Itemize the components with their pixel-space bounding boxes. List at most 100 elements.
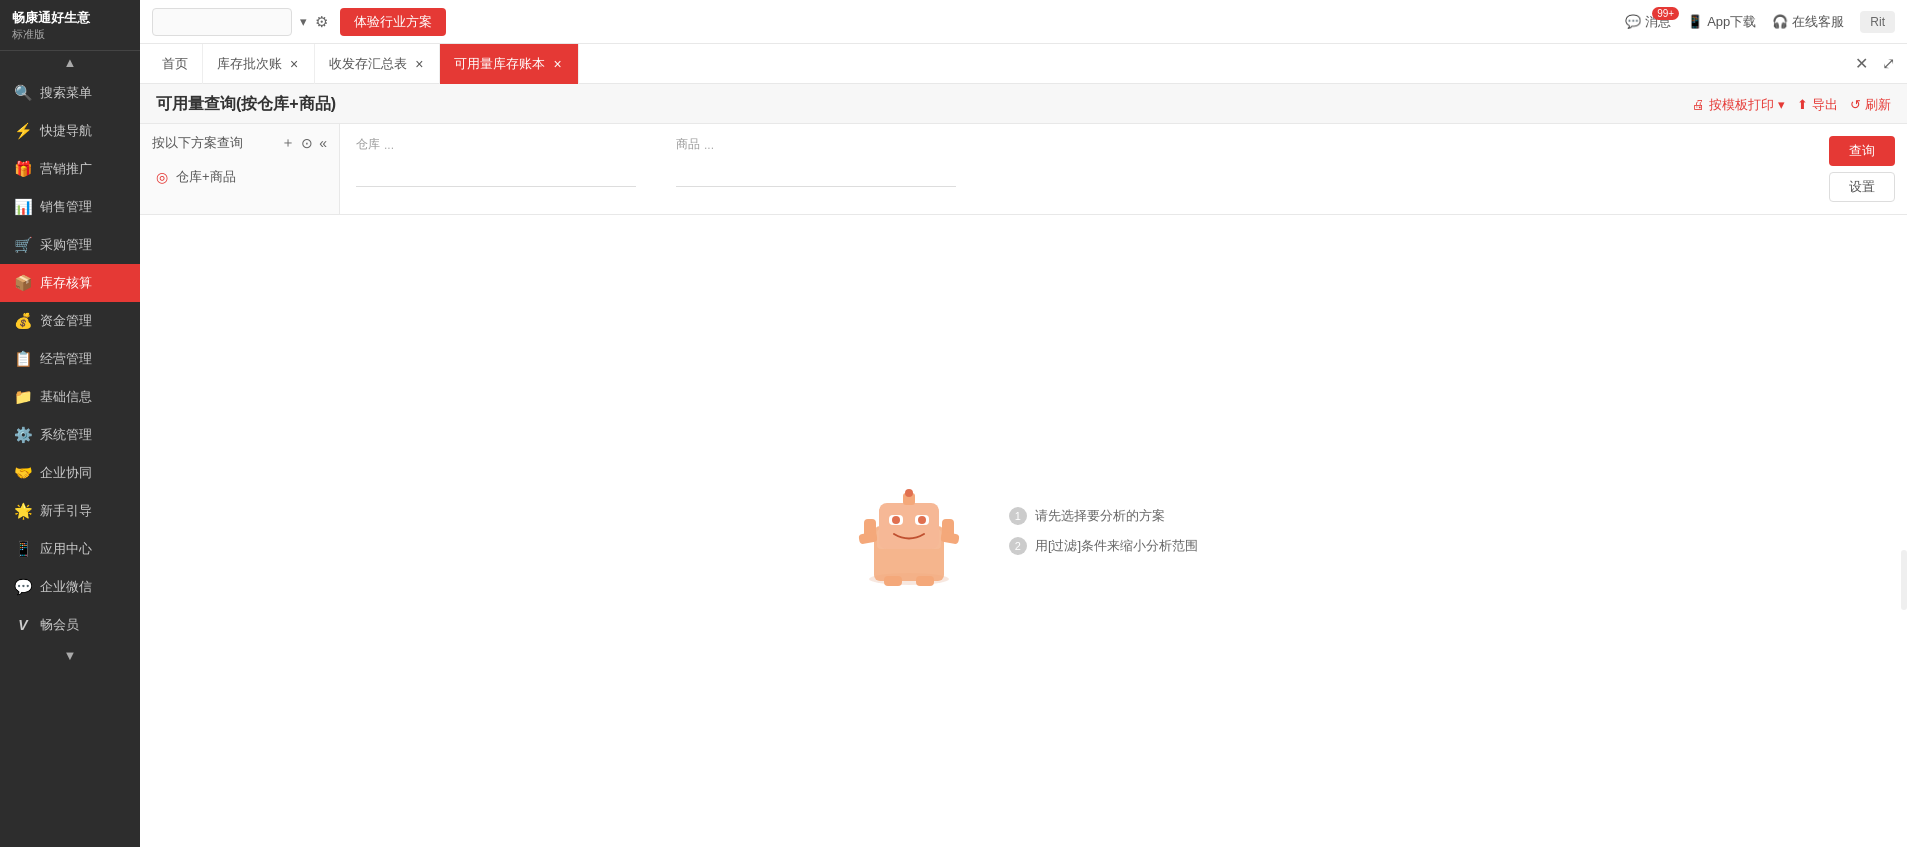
enterprise-icon: 🤝 [14,464,32,482]
tabbar: 首页 库存批次账 × 收发存汇总表 × 可用量库存账本 × ✕ ⤢ [140,44,1907,84]
product-input[interactable] [676,157,956,187]
scheme-item-warehouse-product[interactable]: ◎ 仓库+商品 [140,160,339,194]
member-icon: V [14,617,32,633]
msg-icon: 💬 [1625,14,1641,29]
print-btn[interactable]: 🖨 按模板打印 [1692,96,1774,114]
online-service-btn[interactable]: 🎧 在线客服 [1772,13,1844,31]
page-content: 可用量查询(按仓库+商品) 🖨 按模板打印 ▾ ⬆ 导出 ↺ 刷新 [140,84,1907,847]
export-btn[interactable]: ⬆ 导出 [1797,96,1838,114]
collapse-scheme-btn[interactable]: « [319,134,327,152]
main-area: ▾ ⚙ 体验行业方案 💬 消息 99+ 📱 App下载 🎧 在线客服 Rit 首… [140,0,1907,847]
guide-icon: 🌟 [14,502,32,520]
app-download-btn[interactable]: 📱 App下载 [1687,13,1756,31]
empty-state: 1 请先选择要分析的方案 2 用[过滤]条件来缩小分析范围 [140,215,1907,847]
warehouse-label: 仓库 ... [356,136,636,153]
filter-scheme-actions: ＋ ⊙ « [281,134,327,152]
svg-point-6 [892,516,900,524]
finance-icon: 💰 [14,312,32,330]
svg-point-15 [905,489,913,497]
search-icon: 🔍 [14,84,32,102]
quick-nav-icon: ⚡ [14,122,32,140]
tip-num-1: 1 [1009,507,1027,525]
expand-btn[interactable]: ⤢ [1878,50,1899,77]
sidebar-item-marketing[interactable]: 🎁 营销推广 [0,150,140,188]
headset-icon: 🎧 [1772,14,1788,29]
product-label: 商品 ... [676,136,956,153]
sidebar-scroll-down[interactable]: ▼ [0,644,140,667]
warehouse-more-btn[interactable]: ... [384,138,394,152]
sidebar-item-quick-nav[interactable]: ⚡ 快捷导航 [0,112,140,150]
sidebar-item-finance[interactable]: 💰 资金管理 [0,302,140,340]
close-all-tabs-btn[interactable]: ✕ [1851,50,1872,77]
tab-collect-ledger[interactable]: 收发存汇总表 × [315,44,440,84]
msg-badge: 99+ [1652,7,1679,20]
sidebar-item-wechat[interactable]: 💬 企业微信 [0,568,140,606]
tip-num-2: 2 [1009,537,1027,555]
right-scrollbar[interactable] [1901,550,1907,610]
sidebar-item-operations[interactable]: 📋 经营管理 [0,340,140,378]
msg-btn[interactable]: 💬 消息 99+ [1625,13,1671,31]
sidebar-item-sales[interactable]: 📊 销售管理 [0,188,140,226]
sidebar: 畅康通好生意 标准版 ▲ 🔍 搜索菜单 ⚡ 快捷导航 🎁 营销推广 📊 销售管理… [0,0,140,847]
phone-icon: 📱 [1687,14,1703,29]
manage-scheme-btn[interactable]: ⊙ [301,134,313,152]
refresh-icon: ↺ [1850,97,1861,112]
page-header: 可用量查询(按仓库+商品) 🖨 按模板打印 ▾ ⬆ 导出 ↺ 刷新 [140,84,1907,124]
inventory-icon: 📦 [14,274,32,292]
print-icon: 🖨 [1692,97,1705,112]
filter-field-warehouse: 仓库 ... [356,136,636,187]
empty-tips: 1 请先选择要分析的方案 2 用[过滤]条件来缩小分析范围 [1009,507,1198,555]
sidebar-item-appstore[interactable]: 📱 应用中心 [0,530,140,568]
wechat-icon: 💬 [14,578,32,596]
filter-actions: 查询 设置 [1829,124,1907,214]
topbar: ▾ ⚙ 体验行业方案 💬 消息 99+ 📱 App下载 🎧 在线客服 Rit [140,0,1907,44]
empty-tip-1: 1 请先选择要分析的方案 [1009,507,1198,525]
tab-collect-ledger-close[interactable]: × [413,57,425,71]
product-more-btn[interactable]: ... [704,138,714,152]
sidebar-item-inventory[interactable]: 📦 库存核算 [0,264,140,302]
svg-rect-3 [879,503,939,549]
operations-icon: 📋 [14,350,32,368]
tab-available-ledger[interactable]: 可用量库存账本 × [440,44,578,84]
tab-batch-ledger-close[interactable]: × [288,57,300,71]
purchase-icon: 🛒 [14,236,32,254]
settings-gear-btn[interactable]: ⚙ [315,13,328,31]
sidebar-item-search[interactable]: 🔍 搜索菜单 [0,74,140,112]
query-btn[interactable]: 查询 [1829,136,1895,166]
sidebar-scroll-up[interactable]: ▲ [0,51,140,74]
svg-rect-11 [916,576,934,586]
system-icon: ⚙️ [14,426,32,444]
warehouse-input[interactable] [356,157,636,187]
export-icon: ⬆ [1797,97,1808,112]
sidebar-item-enterprise[interactable]: 🤝 企业协同 [0,454,140,492]
sidebar-item-basic[interactable]: 📁 基础信息 [0,378,140,416]
filter-field-product: 商品 ... [676,136,956,187]
add-scheme-btn[interactable]: ＋ [281,134,295,152]
svg-rect-10 [884,576,902,586]
empty-illustration [849,471,969,591]
trial-btn[interactable]: 体验行业方案 [340,8,446,36]
svg-point-7 [918,516,926,524]
tabbar-right-btns: ✕ ⤢ [1851,50,1899,77]
tab-available-ledger-close[interactable]: × [551,57,563,71]
sidebar-item-guide[interactable]: 🌟 新手引导 [0,492,140,530]
sidebar-item-member[interactable]: V 畅会员 [0,606,140,644]
filter-settings-btn[interactable]: 设置 [1829,172,1895,202]
filter-scheme-header: 按以下方案查询 ＋ ⊙ « [140,134,339,160]
appstore-icon: 📱 [14,540,32,558]
tip-text-2: 用[过滤]条件来缩小分析范围 [1035,537,1198,555]
scheme-icon: ◎ [156,169,168,185]
search-input[interactable] [152,8,292,36]
search-dropdown-btn[interactable]: ▾ [300,14,307,29]
tip-text-1: 请先选择要分析的方案 [1035,507,1165,525]
sales-icon: 📊 [14,198,32,216]
user-profile-btn[interactable]: Rit [1860,11,1895,33]
tab-batch-ledger[interactable]: 库存批次账 × [203,44,315,84]
sidebar-item-system[interactable]: ⚙️ 系统管理 [0,416,140,454]
refresh-btn[interactable]: ↺ 刷新 [1850,96,1891,114]
page-title: 可用量查询(按仓库+商品) [156,94,336,115]
tab-home[interactable]: 首页 [148,44,203,84]
app-edition: 标准版 [12,27,128,42]
print-dropdown-toggle[interactable]: ▾ [1776,97,1785,112]
sidebar-item-purchase[interactable]: 🛒 采购管理 [0,226,140,264]
